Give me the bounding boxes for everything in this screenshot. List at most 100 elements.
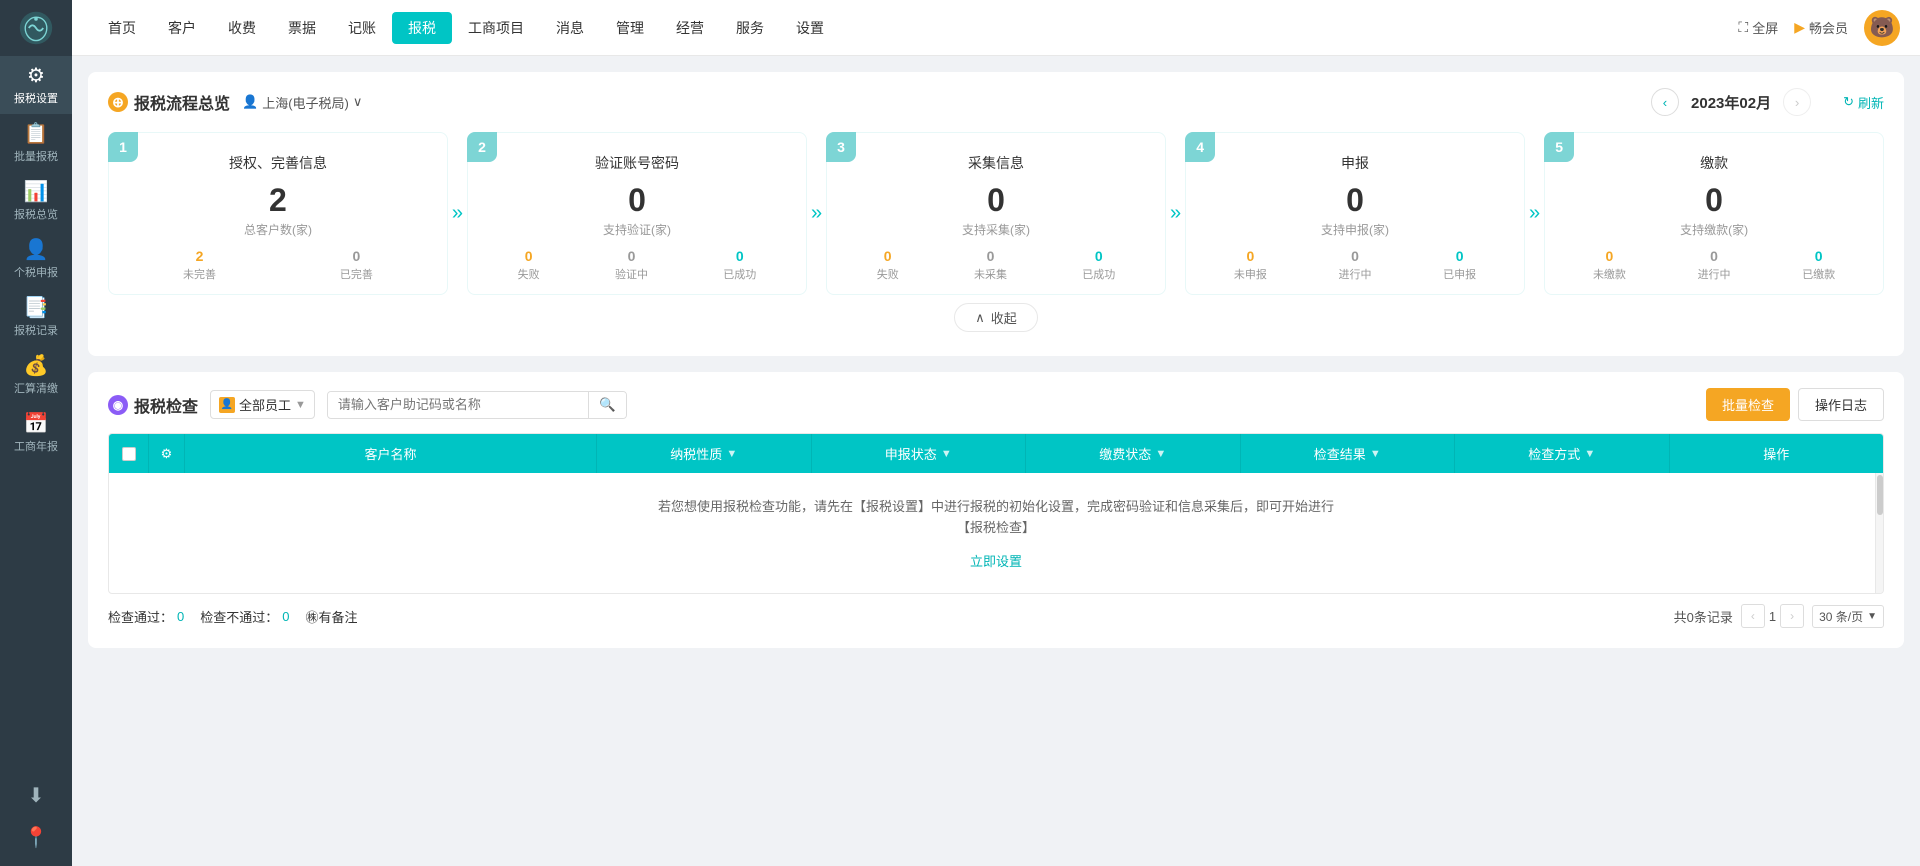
tax-settings-icon: ⚙ [27, 66, 45, 86]
footer-pass-stat: 检查通过： 0 [108, 607, 184, 626]
sidebar-item-label: 报税记录 [14, 322, 58, 338]
sidebar-item-label: 报税设置 [14, 90, 58, 106]
filter-icon-result[interactable]: ▼ [1370, 448, 1381, 460]
sidebar-item-label: 汇算清缴 [14, 380, 58, 396]
sidebar-item-location[interactable]: 📍 [0, 818, 72, 856]
operation-log-button[interactable]: 操作日志 [1798, 388, 1884, 421]
nav-accounting[interactable]: 记账 [332, 12, 392, 44]
step-stat-2-2: 0 已成功 [723, 248, 756, 282]
header-checkbox[interactable] [122, 447, 136, 461]
step-stats-4: 0 未申报 0 进行中 0 已申报 [1198, 248, 1512, 282]
main-area: 首页 客户 收费 票据 记账 报税 工商项目 消息 管理 经营 服务 设置 ⛶ … [72, 0, 1920, 866]
app-logo[interactable] [0, 0, 72, 56]
refresh-icon: ↻ [1843, 94, 1854, 110]
table-footer: 检查通过： 0 检查不通过： 0 ㊑有备注 共0条记录 ‹ 1 › [108, 594, 1884, 632]
total-records: 共0条记录 [1674, 607, 1733, 626]
step-stat-1-1: 0 已完善 [340, 248, 373, 282]
step-title-2: 验证账号密码 [480, 149, 794, 173]
filter-icon-declare[interactable]: ▼ [941, 448, 952, 460]
prev-page-button[interactable]: ‹ [1741, 604, 1765, 628]
step-stats-5: 0 未缴款 0 进行中 0 已缴款 [1557, 248, 1871, 282]
check-table: ⚙ 客户名称 纳税性质 ▼ 申报状态 ▼ 缴费状态 ▼ [108, 433, 1884, 594]
member-button[interactable]: ▶ 畅会员 [1794, 18, 1848, 37]
member-icon: ▶ [1794, 19, 1805, 36]
current-month: 2023年02月 [1691, 92, 1771, 113]
sidebar-item-label: 批量报税 [14, 148, 58, 164]
tax-record-icon: 📑 [24, 298, 49, 318]
staff-selector[interactable]: 👤 全部员工 ▼ [210, 390, 315, 419]
pass-count-link[interactable]: 0 [177, 609, 184, 624]
step-stats-1: 2 未完善 0 已完善 [121, 248, 435, 282]
nav-operations[interactable]: 经营 [660, 12, 720, 44]
th-checkbox[interactable] [109, 434, 149, 473]
filter-icon-pay[interactable]: ▼ [1155, 448, 1166, 460]
step-stat-1-0: 2 未完善 [183, 248, 216, 282]
th-check-result: 检查结果 ▼ [1241, 434, 1456, 473]
filter-icon-method[interactable]: ▼ [1584, 448, 1595, 460]
th-gear[interactable]: ⚙ [149, 434, 185, 473]
step-stat-4-2: 0 已申报 [1443, 248, 1476, 282]
sidebar-item-label: 报税总览 [14, 206, 58, 222]
individual-tax-icon: 👤 [24, 240, 49, 260]
flow-location-selector[interactable]: 👤 上海(电子税局) ∨ [242, 93, 362, 112]
current-page: 1 [1769, 609, 1776, 624]
setup-link[interactable]: 立即设置 [970, 551, 1022, 570]
top-navigation: 首页 客户 收费 票据 记账 报税 工商项目 消息 管理 经营 服务 设置 ⛶ … [72, 0, 1920, 56]
refresh-button[interactable]: ↻ 刷新 [1843, 93, 1884, 112]
footer-note-stat: ㊑有备注 [306, 607, 358, 626]
step-count-5: 0 [1557, 181, 1871, 219]
nav-business[interactable]: 工商项目 [452, 12, 540, 44]
step-title-3: 采集信息 [839, 149, 1153, 173]
nav-services[interactable]: 服务 [720, 12, 780, 44]
nav-invoices[interactable]: 票据 [272, 12, 332, 44]
collapse-row: ∧ 收起 [108, 295, 1884, 340]
nav-home[interactable]: 首页 [92, 12, 152, 44]
sidebar-item-tax-overview[interactable]: 📊 报税总览 [0, 172, 72, 230]
table-body-empty: 若您想使用报税检查功能，请先在【报税设置】中进行报税的初始化设置，完成密码验证和… [109, 473, 1883, 593]
sidebar-item-individual-tax[interactable]: 👤 个税申报 [0, 230, 72, 288]
table-scrollbar[interactable] [1875, 473, 1883, 593]
th-declare-status: 申报状态 ▼ [812, 434, 1027, 473]
batch-check-button[interactable]: 批量检查 [1706, 388, 1790, 421]
fail-count-link[interactable]: 0 [282, 609, 289, 624]
fullscreen-button[interactable]: ⛶ 全屏 [1738, 18, 1778, 37]
footer-pagination: 共0条记录 ‹ 1 › 30 条/页 ▼ [1674, 604, 1884, 628]
sidebar-item-tax-settings[interactable]: ⚙ 报税设置 [0, 56, 72, 114]
sidebar-item-annual-report[interactable]: 📅 工商年报 [0, 404, 72, 462]
flow-step-1: 1 授权、完善信息 2 总客户数(家) 2 未完善 0 已完善 [108, 132, 448, 295]
flow-step-2: 2 验证账号密码 0 支持验证(家) 0 失败 0 验证中 [467, 132, 807, 295]
next-page-button[interactable]: › [1780, 604, 1804, 628]
flow-step-3: 3 采集信息 0 支持采集(家) 0 失败 0 未采集 [826, 132, 1166, 295]
settlement-icon: 💰 [24, 356, 49, 376]
step-count-3: 0 [839, 181, 1153, 219]
sidebar-item-batch-tax[interactable]: 📋 批量报税 [0, 114, 72, 172]
step-stat-2-0: 0 失败 [518, 248, 540, 282]
nav-settings[interactable]: 设置 [780, 12, 840, 44]
nav-customer[interactable]: 客户 [152, 12, 212, 44]
filter-icon-tax-nature[interactable]: ▼ [726, 448, 737, 460]
nav-tax[interactable]: 报税 [392, 12, 452, 44]
user-avatar[interactable]: 🐻 [1864, 10, 1900, 46]
search-input[interactable] [328, 392, 588, 417]
next-month-button[interactable]: › [1783, 88, 1811, 116]
nav-management[interactable]: 管理 [600, 12, 660, 44]
download-icon: ⬇ [28, 786, 45, 806]
nav-messages[interactable]: 消息 [540, 12, 600, 44]
sidebar-item-tax-record[interactable]: 📑 报税记录 [0, 288, 72, 346]
step-number-3: 3 [826, 132, 856, 162]
collapse-button[interactable]: ∧ 收起 [954, 303, 1038, 332]
search-button[interactable]: 🔍 [588, 392, 626, 418]
sidebar-item-settlement[interactable]: 💰 汇算清缴 [0, 346, 72, 404]
per-page-chevron: ▼ [1867, 611, 1877, 622]
flow-title-icon: ⊕ [108, 92, 128, 112]
per-page-selector[interactable]: 30 条/页 ▼ [1812, 605, 1884, 628]
prev-month-button[interactable]: ‹ [1651, 88, 1679, 116]
fullscreen-icon: ⛶ [1738, 19, 1748, 36]
nav-fees[interactable]: 收费 [212, 12, 272, 44]
flow-title: ⊕ 报税流程总览 [108, 90, 230, 114]
sidebar-item-download[interactable]: ⬇ [0, 776, 72, 814]
step-title-5: 缴款 [1557, 149, 1871, 173]
th-tax-nature: 纳税性质 ▼ [597, 434, 812, 473]
step-subtitle-4: 支持申报(家) [1198, 221, 1512, 238]
step-count-2: 0 [480, 181, 794, 219]
